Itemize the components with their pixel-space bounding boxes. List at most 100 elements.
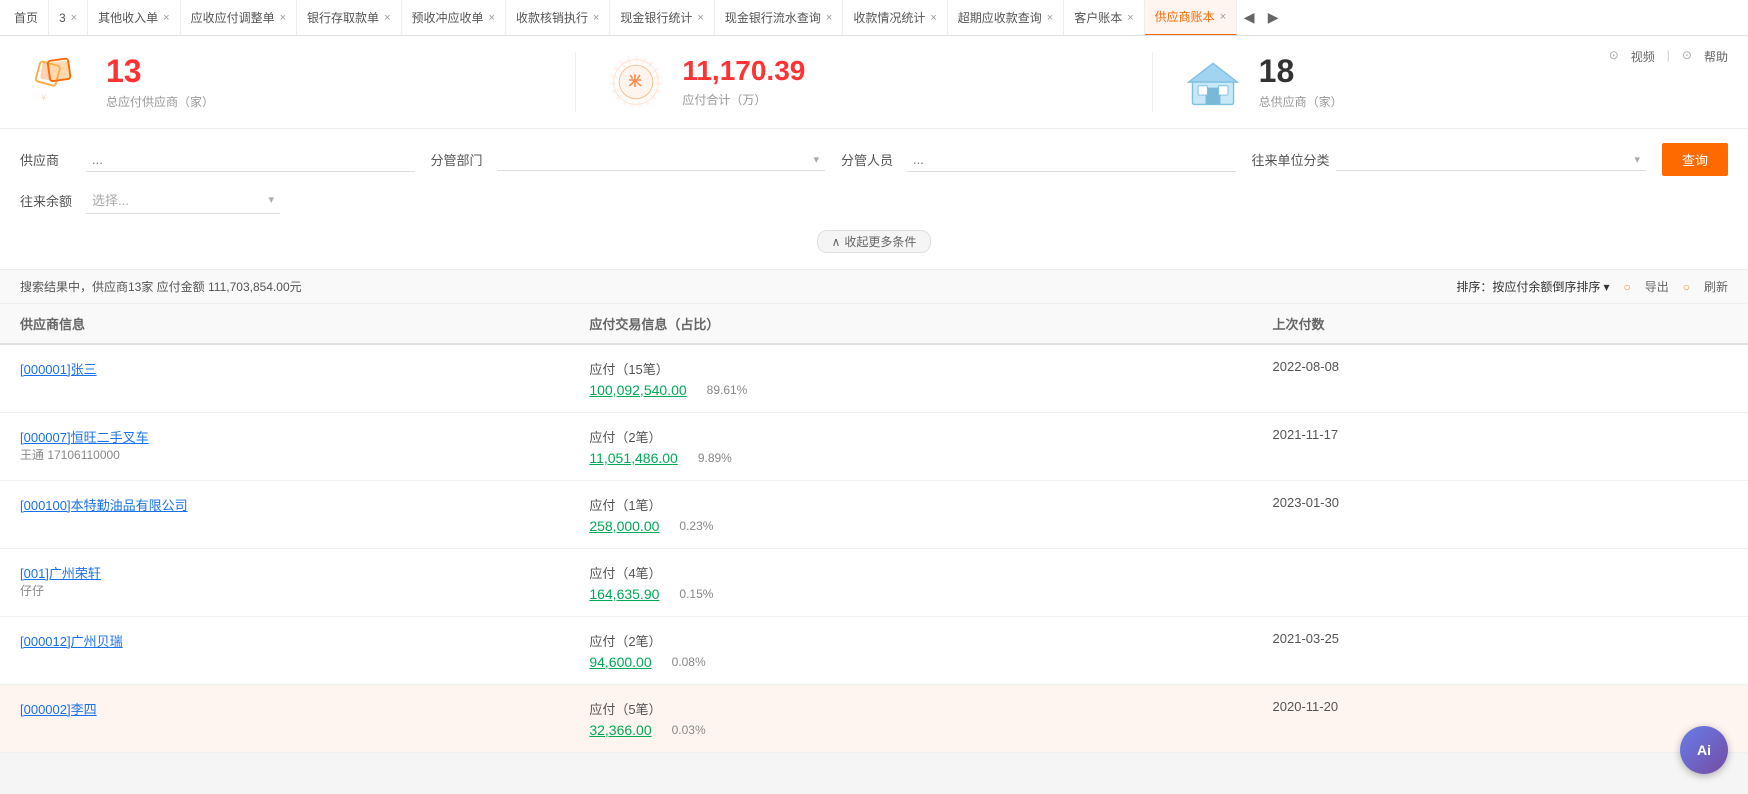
nav-next-arrow[interactable]: ▶	[1261, 0, 1285, 36]
export-icon: ○	[1623, 280, 1630, 294]
nav-receipt-verify-label: 收款核销执行	[516, 9, 588, 26]
trans-amount-6[interactable]: 32,366.00	[589, 722, 651, 738]
trans-pct-5: 0.08%	[672, 655, 706, 669]
svg-text:¥: ¥	[40, 93, 46, 103]
lastpay-date-3: 2023-01-30	[1273, 495, 1340, 510]
filter-person: 分管人员	[841, 148, 1236, 172]
nav-other-income-label: 其他收入单	[98, 9, 158, 26]
supplier-col-4: [001]广州荣轩 仔仔	[20, 563, 589, 599]
person-input[interactable]	[907, 148, 1236, 172]
nav-ar-ap-close[interactable]: ×	[280, 12, 286, 24]
dept-label: 分管部门	[431, 150, 491, 169]
refresh-icon: ○	[1683, 280, 1690, 294]
col-header-supplier: 供应商信息	[20, 314, 589, 333]
nav-tab-customer-ledger[interactable]: 客户账本 ×	[1064, 0, 1144, 36]
nav-cash-bank-stat-label: 现金银行统计	[620, 9, 692, 26]
nav-overdue-ar-close[interactable]: ×	[1047, 12, 1053, 24]
nav-tab-home[interactable]: 首页	[4, 0, 49, 36]
nav-tab-other-income[interactable]: 其他收入单 ×	[88, 0, 180, 36]
nav-receipt-stat-close[interactable]: ×	[930, 12, 936, 24]
nav-tab-ar-ap-adjust[interactable]: 应收应付调整单 ×	[181, 0, 297, 36]
supplier-sub-2: 王通 17106110000	[20, 448, 120, 462]
transaction-col-4: 应付（4笔） 164,635.90 0.15%	[589, 563, 1272, 602]
total-suppliers-number: 18	[1259, 54, 1343, 89]
transaction-col-6: 应付（5笔） 32,366.00 0.03%	[589, 699, 1272, 738]
nav-tab-receipt-stat[interactable]: 收款情况统计 ×	[843, 0, 947, 36]
lastpay-col-1: 2022-08-08	[1273, 359, 1728, 374]
payable-total-number: 11,170.39	[682, 56, 805, 87]
page-wrapper: 首页 3 × 其他收入单 × 应收应付调整单 × 银行存取款单 × 预收冲应收单…	[0, 0, 1748, 794]
table-row: [000012]广州贝瑞 应付（2笔） 94,600.00 0.08% 2021…	[0, 617, 1748, 685]
nav-supplier-ledger-close[interactable]: ×	[1220, 11, 1226, 23]
nav-overdue-ar-label: 超期应收款查询	[958, 9, 1042, 26]
svg-text:米: 米	[629, 74, 643, 89]
dept-select[interactable]: ▾	[497, 149, 826, 171]
help-link[interactable]: 帮助	[1704, 48, 1728, 65]
trans-amount-2[interactable]: 11,051,486.00	[589, 450, 678, 466]
transaction-col-1: 应付（15笔） 100,092,540.00 89.61%	[589, 359, 1272, 398]
lastpay-col-3: 2023-01-30	[1273, 495, 1728, 510]
balance-select[interactable]: 选择... ▾	[86, 186, 280, 214]
supplier-link-2[interactable]: [000007]恒旺二手叉车	[20, 427, 589, 446]
sort-select[interactable]: 排序：按应付余额倒序排序 ▾	[1456, 278, 1609, 295]
help-icon: ⊙	[1682, 48, 1692, 65]
supplier-input[interactable]	[86, 148, 415, 172]
nav-prev-arrow[interactable]: ◀	[1237, 0, 1261, 36]
trans-amount-3[interactable]: 258,000.00	[589, 518, 659, 534]
summary-bar: ¥ 13 总应付供应商（家） 米	[0, 36, 1748, 129]
nav-cash-bank-stat-close[interactable]: ×	[697, 12, 703, 24]
nav-tab-3-close[interactable]: ×	[71, 12, 77, 24]
lastpay-date-1: 2022-08-08	[1273, 359, 1340, 374]
collapse-label: 收起更多条件	[844, 233, 916, 250]
category-select[interactable]: ▾	[1336, 149, 1646, 171]
supplier-link-6[interactable]: [000002]李四	[20, 699, 589, 718]
nav-other-income-close[interactable]: ×	[163, 12, 169, 24]
nav-tab-3[interactable]: 3 ×	[49, 0, 88, 36]
supplier-link-4[interactable]: [001]广州荣轩	[20, 563, 589, 582]
trans-pct-2: 9.89%	[698, 451, 732, 465]
trans-amount-1[interactable]: 100,092,540.00	[589, 382, 686, 398]
search-button[interactable]: 查询	[1662, 143, 1728, 176]
trans-label-4: 应付（4笔）	[589, 563, 1272, 582]
supplier-sub-4: 仔仔	[20, 584, 44, 598]
nav-receipt-verify-close[interactable]: ×	[593, 12, 599, 24]
nav-tab-cash-bank-flow[interactable]: 现金银行流水查询 ×	[715, 0, 843, 36]
nav-cash-bank-flow-close[interactable]: ×	[826, 12, 832, 24]
supplier-link-1[interactable]: [000001]张三	[20, 359, 589, 378]
nav-tab-cash-bank-stat[interactable]: 现金银行统计 ×	[610, 0, 714, 36]
payable-suppliers-label: 总应付供应商（家）	[106, 93, 214, 110]
ai-button[interactable]: Ai	[1680, 726, 1728, 774]
nav-tab-bank-deposit[interactable]: 银行存取款单 ×	[297, 0, 401, 36]
table-row: [000001]张三 应付（15笔） 100,092,540.00 89.61%…	[0, 345, 1748, 413]
nav-customer-ledger-close[interactable]: ×	[1127, 12, 1133, 24]
nav-tab-supplier-ledger[interactable]: 供应商账本 ×	[1145, 0, 1237, 36]
dept-chevron-down-icon: ▾	[813, 153, 819, 166]
nav-3-label: 3	[59, 11, 66, 25]
filter-area: 供应商 分管部门 ▾ 分管人员 往来单位分类 ▾	[0, 129, 1748, 270]
collapse-button[interactable]: ∧ 收起更多条件	[817, 230, 932, 253]
export-button[interactable]: 导出	[1645, 278, 1669, 295]
category-label: 往来单位分类	[1252, 150, 1330, 169]
trans-amount-5[interactable]: 94,600.00	[589, 654, 651, 670]
supplier-link-5[interactable]: [000012]广州贝瑞	[20, 631, 589, 650]
supplier-col-3: [000100]本特勤油品有限公司	[20, 495, 589, 514]
filter-row-1: 供应商 分管部门 ▾ 分管人员 往来单位分类 ▾	[20, 143, 1728, 176]
nav-prepay-ar-close[interactable]: ×	[489, 12, 495, 24]
video-link[interactable]: 视频	[1631, 48, 1655, 65]
trans-amount-4[interactable]: 164,635.90	[589, 586, 659, 602]
payable-total-label: 应付合计（万）	[682, 91, 805, 108]
collapse-arrow-icon: ∧	[832, 235, 841, 249]
nav-tab-overdue-ar[interactable]: 超期应收款查询 ×	[948, 0, 1064, 36]
supplier-link-3[interactable]: [000100]本特勤油品有限公司	[20, 495, 589, 514]
trans-label-5: 应付（2笔）	[589, 631, 1272, 650]
nav-bank-deposit-close[interactable]: ×	[384, 12, 390, 24]
nav-tab-prepay-ar[interactable]: 预收冲应收单 ×	[402, 0, 506, 36]
trans-label-1: 应付（15笔）	[589, 359, 1272, 378]
lastpay-date-5: 2021-03-25	[1273, 631, 1340, 646]
nav-tab-receipt-verify[interactable]: 收款核销执行 ×	[506, 0, 610, 36]
nav-customer-ledger-label: 客户账本	[1074, 9, 1122, 26]
video-icon: ⊙	[1609, 48, 1619, 65]
col-header-transaction: 应付交易信息（占比）	[589, 314, 1272, 333]
refresh-button[interactable]: 刷新	[1704, 278, 1728, 295]
transaction-col-2: 应付（2笔） 11,051,486.00 9.89%	[589, 427, 1272, 466]
